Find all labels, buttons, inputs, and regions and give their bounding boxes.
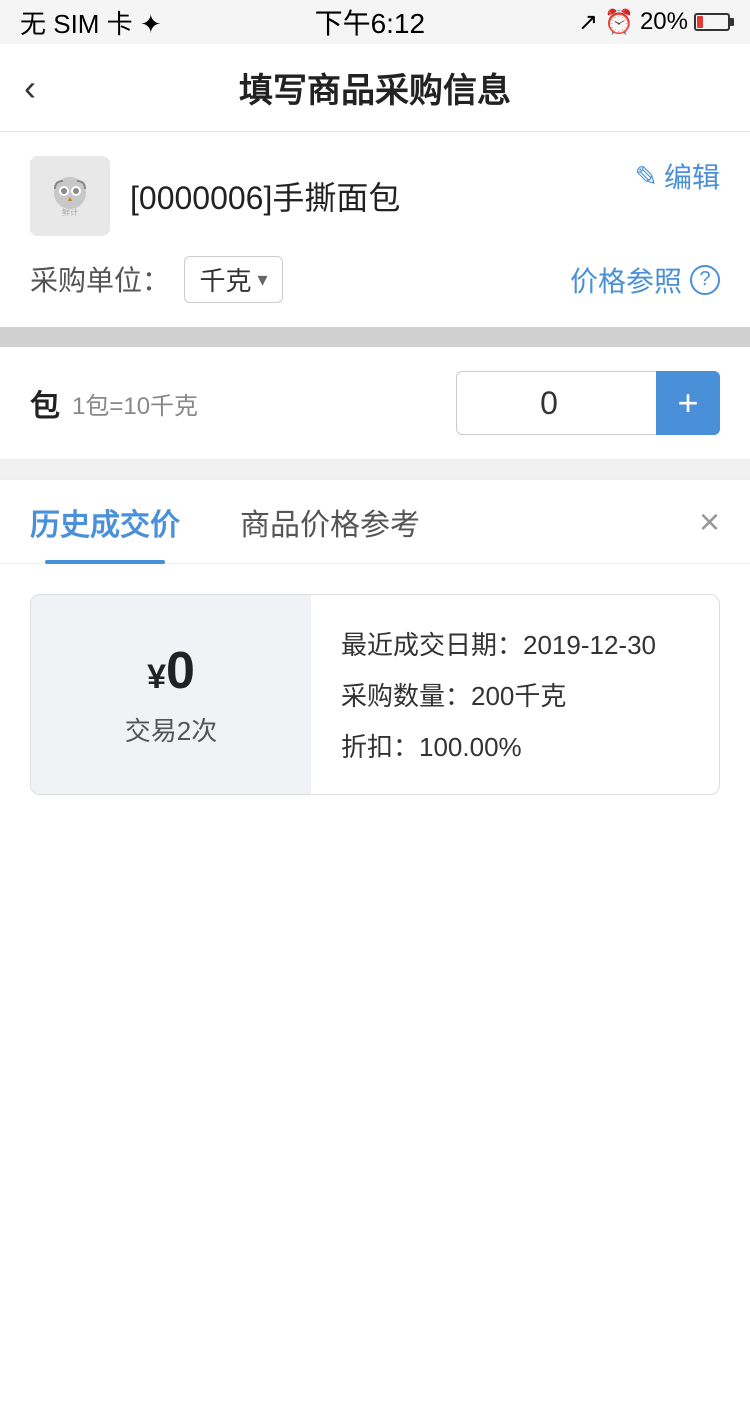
tab-history-price[interactable]: 历史成交价 xyxy=(30,480,180,564)
discount-label: 折扣： xyxy=(341,732,419,762)
tabs-section: 历史成交价 商品价格参考 × ¥0 交易2次 最近成交日期：2019-12-30 xyxy=(0,479,750,825)
status-bar: 无 SIM 卡 ✦ 下午6:12 ↗ ⏰ 20% xyxy=(0,0,750,44)
product-thumbnail: 鲜计 xyxy=(30,156,110,236)
product-left: 鲜计 [0000006]手撕面包 xyxy=(30,156,400,236)
price-display: ¥0 xyxy=(147,641,195,701)
yen-symbol: ¥ xyxy=(147,658,166,696)
product-header: 鲜计 [0000006]手撕面包 ✎ 编辑 xyxy=(30,156,720,236)
product-image-svg: 鲜计 xyxy=(45,171,95,221)
quantity-label: 包 1包=10千克 xyxy=(30,381,198,425)
location-icon: ↗ xyxy=(578,8,598,37)
edit-icon: ✎ xyxy=(635,160,658,193)
product-unit-row: 采购单位： 千克 ▾ 价格参照 ? xyxy=(30,256,720,303)
unit-arrow-icon: ▾ xyxy=(257,267,267,292)
price-card-right: 最近成交日期：2019-12-30 采购数量：200千克 折扣：100.00% xyxy=(311,595,719,794)
trade-count: 交易2次 xyxy=(125,711,217,748)
tab-history-label: 历史成交价 xyxy=(30,500,180,544)
quantity-input[interactable] xyxy=(456,371,656,435)
qty-unit: 包 xyxy=(30,381,60,425)
recent-date-label: 最近成交日期： xyxy=(341,630,523,660)
tabs-header: 历史成交价 商品价格参考 × xyxy=(0,480,750,564)
price-ref-help-icon: ? xyxy=(690,265,720,295)
edit-button[interactable]: ✎ 编辑 xyxy=(635,156,720,196)
alarm-icon: ⏰ xyxy=(604,8,634,37)
purchase-qty-row: 采购数量：200千克 xyxy=(341,676,689,713)
svg-text:鲜计: 鲜计 xyxy=(62,207,78,217)
battery-icon xyxy=(694,13,730,31)
price-card-left: ¥0 交易2次 xyxy=(31,595,311,794)
discount-value: 100.00% xyxy=(419,732,522,762)
recent-date-value: 2019-12-30 xyxy=(523,630,656,660)
nav-bar: ‹ 填写商品采购信息 xyxy=(0,44,750,132)
edit-label: 编辑 xyxy=(664,156,720,196)
discount-row: 折扣：100.00% xyxy=(341,727,689,764)
tab-content-history: ¥0 交易2次 最近成交日期：2019-12-30 采购数量：200千克 折扣：… xyxy=(0,564,750,825)
signal-text: 无 SIM 卡 ✦ xyxy=(20,4,162,41)
page-title: 填写商品采购信息 xyxy=(239,63,511,112)
unit-value: 千克 xyxy=(199,261,251,298)
battery-percent: 20% xyxy=(640,8,688,36)
product-section: 鲜计 [0000006]手撕面包 ✎ 编辑 采购单位： 千克 ▾ 价格参照 ? xyxy=(0,132,750,327)
unit-section: 采购单位： 千克 ▾ xyxy=(30,256,283,303)
quantity-input-area: + xyxy=(456,371,720,435)
tab-active-indicator xyxy=(45,560,165,564)
status-time: 下午6:12 xyxy=(315,2,426,42)
bottom-fill xyxy=(0,825,750,1425)
unit-label: 采购单位： xyxy=(30,265,170,296)
price-ref-label: 价格参照 xyxy=(570,260,682,300)
qty-conversion: 1包=10千克 xyxy=(72,386,198,421)
quantity-section: 包 1包=10千克 + xyxy=(0,347,750,459)
tab-product-price-ref[interactable]: 商品价格参考 xyxy=(240,480,420,564)
back-button[interactable]: ‹ xyxy=(24,67,36,109)
unit-select[interactable]: 千克 ▾ xyxy=(184,256,282,303)
status-right: ↗ ⏰ 20% xyxy=(578,8,730,37)
purchase-qty-value: 200千克 xyxy=(471,681,566,711)
tab-price-ref-label: 商品价格参考 xyxy=(240,500,420,544)
history-price-card: ¥0 交易2次 最近成交日期：2019-12-30 采购数量：200千克 折扣：… xyxy=(30,594,720,795)
quantity-plus-button[interactable]: + xyxy=(656,371,720,435)
price-reference-button[interactable]: 价格参照 ? xyxy=(570,260,720,300)
status-left: 无 SIM 卡 ✦ xyxy=(20,4,162,41)
tabs-close-button[interactable]: × xyxy=(699,501,720,543)
price-value: 0 xyxy=(166,642,195,700)
section-divider xyxy=(0,327,750,347)
recent-date-row: 最近成交日期：2019-12-30 xyxy=(341,625,689,662)
tabs-list: 历史成交价 商品价格参考 xyxy=(30,480,420,564)
purchase-qty-label: 采购数量： xyxy=(341,681,471,711)
product-name: [0000006]手撕面包 xyxy=(130,173,400,219)
